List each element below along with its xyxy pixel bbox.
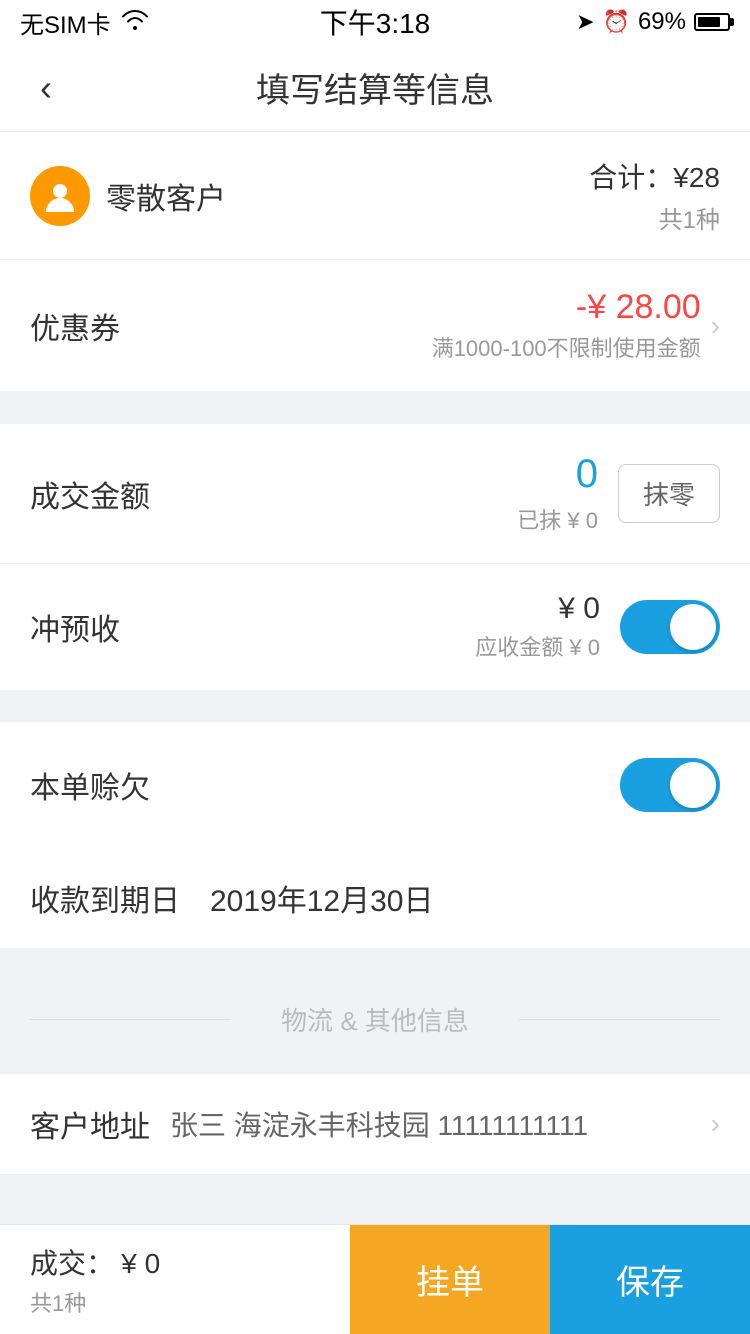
coupon-right: -¥ 28.00 满1000-100不限制使用金额 › — [432, 288, 720, 363]
due-date-row: 收款到期日 2019年12月30日 — [0, 848, 750, 949]
trans-amount-row: 成交金额 0 已抹 ¥ 0 抹零 — [0, 424, 750, 564]
alarm-icon: ⏰ — [603, 9, 630, 35]
bottom-left: 成交： ¥ 0 共1种 — [0, 1242, 350, 1318]
coupon-right-col: -¥ 28.00 满1000-100不限制使用金额 — [432, 288, 701, 363]
customer-section: 零散客户 合计：¥28 共1种 优惠券 -¥ 28.00 满1000-100不限… — [0, 132, 750, 392]
prepay-amount-col: ¥ 0 应收金额 ¥ 0 — [475, 592, 600, 662]
coupon-row[interactable]: 优惠券 -¥ 28.00 满1000-100不限制使用金额 › — [0, 260, 750, 392]
prepay-toggle[interactable] — [620, 600, 720, 654]
bottom-deal-row: 成交： ¥ 0 — [30, 1242, 320, 1282]
transaction-section: 成交金额 0 已抹 ¥ 0 抹零 冲预收 ¥ 0 应收金额 ¥ 0 — [0, 424, 750, 690]
debt-section: 本单赊欠 收款到期日 2019年12月30日 — [0, 722, 750, 949]
customer-count: 共1种 — [589, 200, 720, 235]
carrier-label: 无SIM卡 — [20, 5, 111, 40]
coupon-description: 满1000-100不限制使用金额 — [432, 331, 701, 363]
prepay-label: 冲预收 — [30, 605, 120, 649]
deal-label: 成交： — [30, 1248, 114, 1279]
trans-amount-right: 0 已抹 ¥ 0 抹零 — [517, 452, 720, 535]
battery-icon — [694, 13, 730, 31]
trans-amount-label: 成交金额 — [30, 472, 150, 516]
logistics-divider: 物流 & 其他信息 — [0, 981, 750, 1058]
status-bar-right: ➤ ⏰ 69% — [576, 8, 730, 36]
section-divider-1 — [0, 408, 750, 424]
amount-col: 0 已抹 ¥ 0 — [517, 452, 598, 535]
coupon-discount: -¥ 28.00 — [432, 288, 701, 327]
section-divider-3 — [0, 965, 750, 981]
due-date-value: 2019年12月30日 — [210, 876, 433, 920]
status-bar-time: 下午3:18 — [320, 2, 431, 42]
trans-amount-sub: 已抹 ¥ 0 — [517, 503, 598, 535]
debt-label: 本单赊欠 — [30, 763, 150, 807]
person-icon — [42, 178, 78, 214]
status-bar-left: 无SIM卡 — [20, 5, 149, 40]
prepay-amount: ¥ 0 — [475, 592, 600, 626]
address-value: 张三 海淀永丰科技园 11111111111 — [170, 1104, 691, 1144]
customer-right: 合计：¥28 共1种 — [589, 156, 720, 235]
customer-name: 零散客户 — [106, 174, 226, 218]
bottom-bar: 成交： ¥ 0 共1种 挂单 保存 — [0, 1224, 750, 1334]
address-label: 客户地址 — [30, 1102, 150, 1146]
address-chevron-icon: › — [711, 1108, 720, 1140]
round-button[interactable]: 抹零 — [618, 464, 720, 523]
nav-bar: ‹ 填写结算等信息 — [0, 44, 750, 132]
logistics-label: 物流 & 其他信息 — [281, 1001, 469, 1038]
coupon-label: 优惠券 — [30, 304, 120, 348]
debt-row: 本单赊欠 — [0, 722, 750, 848]
back-button[interactable]: ‹ — [30, 57, 62, 119]
toggle-knob — [670, 604, 716, 650]
page-title: 填写结算等信息 — [256, 63, 494, 112]
due-date-label: 收款到期日 — [30, 876, 180, 920]
content: 零散客户 合计：¥28 共1种 优惠券 -¥ 28.00 满1000-100不限… — [0, 132, 750, 1311]
prepay-sub: 应收金额 ¥ 0 — [475, 630, 600, 662]
trans-amount-value: 0 — [517, 452, 598, 497]
wifi-icon — [121, 8, 149, 37]
customer-total: 合计：¥28 — [589, 156, 720, 196]
customer-avatar — [30, 166, 90, 226]
status-bar: 无SIM卡 下午3:18 ➤ ⏰ 69% — [0, 0, 750, 44]
customer-row: 零散客户 合计：¥28 共1种 — [0, 132, 750, 260]
pending-button[interactable]: 挂单 — [350, 1225, 550, 1334]
save-button[interactable]: 保存 — [550, 1225, 750, 1334]
section-divider-4 — [0, 1058, 750, 1074]
location-icon: ➤ — [576, 9, 594, 35]
customer-left: 零散客户 — [30, 166, 226, 226]
bottom-count: 共1种 — [30, 1286, 320, 1318]
prepay-row: 冲预收 ¥ 0 应收金额 ¥ 0 — [0, 564, 750, 690]
battery-percent: 69% — [638, 8, 686, 36]
debt-toggle[interactable] — [620, 758, 720, 812]
chevron-right-icon: › — [711, 310, 720, 342]
address-row[interactable]: 客户地址 张三 海淀永丰科技园 11111111111 › — [0, 1074, 750, 1175]
address-section: 客户地址 张三 海淀永丰科技园 11111111111 › — [0, 1074, 750, 1175]
debt-toggle-knob — [670, 762, 716, 808]
section-divider-2 — [0, 706, 750, 722]
prepay-right: ¥ 0 应收金额 ¥ 0 — [475, 592, 720, 662]
deal-value: ¥ 0 — [121, 1248, 160, 1279]
